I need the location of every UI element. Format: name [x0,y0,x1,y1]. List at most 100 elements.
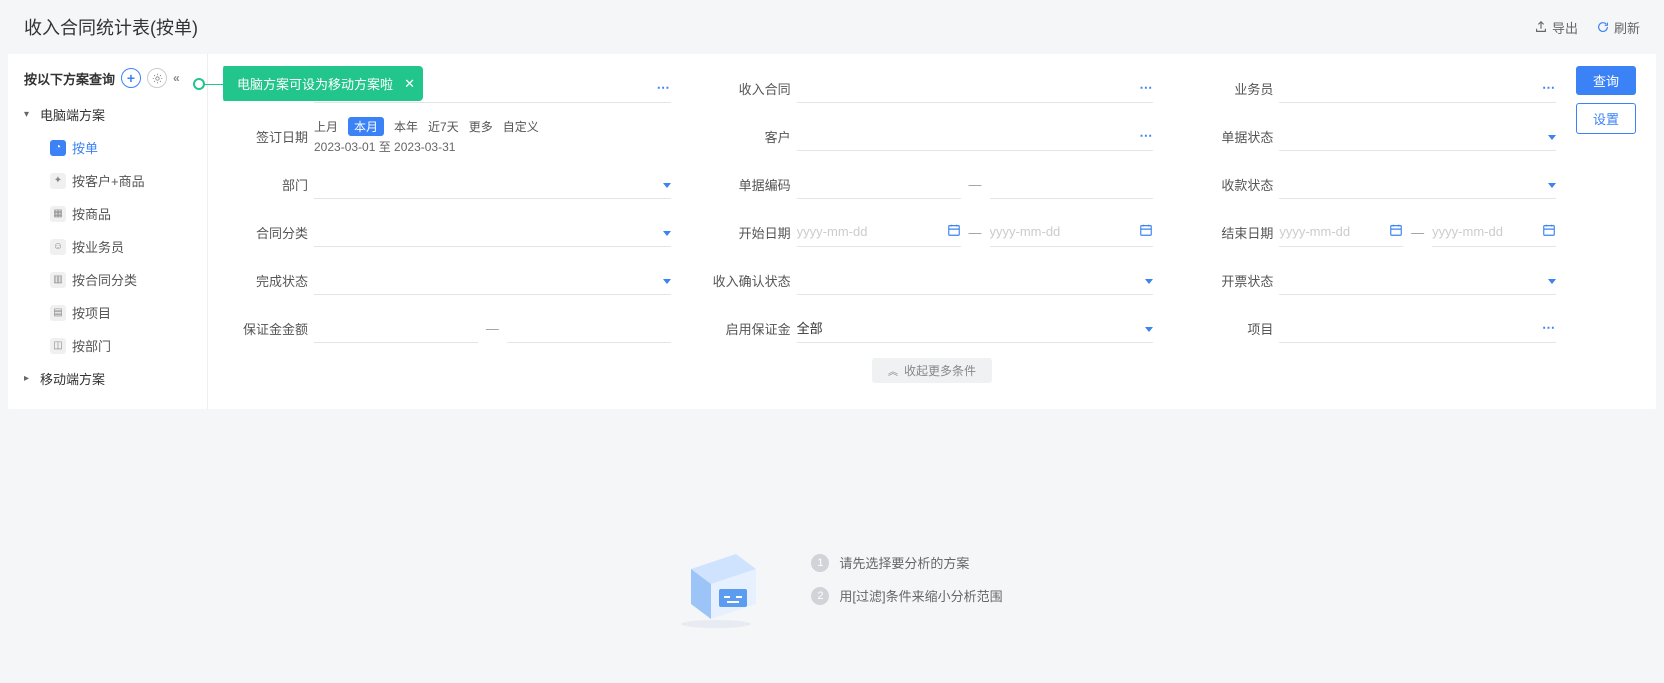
step-text-1: 请先选择要分析的方案 [839,553,969,572]
contract-category-select[interactable] [314,217,671,247]
completion-status-select[interactable] [314,265,671,295]
more-icon: ⋯ [1139,128,1153,144]
collapse-bar: ︽ 收起更多条件 [228,352,1636,393]
tree-item-label: 按部门 [72,336,111,355]
calendar-icon[interactable] [1139,223,1153,240]
hint-close-button[interactable]: ✕ [404,76,415,92]
refresh-label: 刷新 [1614,18,1640,37]
end-date-from-input[interactable] [1279,224,1389,239]
date-pill-this-month[interactable]: 本月 [348,117,384,136]
main-card: 按以下方案查询 + « 电脑方案可设为移动方案啦 ✕ ▾ 电脑端方案 ◔ 按单 … [8,54,1656,409]
date-pill-last-month[interactable]: 上月 [314,118,338,135]
field-end-date: 结束日期 — [1193,208,1636,256]
field-contract-category: 合同分类 [228,208,671,256]
enable-deposit-select[interactable]: 全部 [797,313,1154,343]
filter-form: 查询 设置 ⋯ 收入合同 ⋯ 业务员 ⋯ [208,54,1656,409]
deposit-from[interactable] [314,313,478,343]
bill-number-from[interactable] [797,169,961,199]
project-select[interactable]: ⋯ [1279,313,1556,343]
tree-group-desktop[interactable]: ▾ 电脑端方案 [20,98,207,131]
department-select[interactable] [314,169,671,199]
tree-item-by-order[interactable]: ◔ 按单 [20,131,207,164]
chevron-down-icon [663,176,671,191]
empty-state: 1 请先选择要分析的方案 2 用[过滤]条件来缩小分析范围 [0,529,1664,629]
end-date-from[interactable] [1279,217,1403,247]
date-pill-more[interactable]: 更多 [469,118,493,135]
clock-icon: ◔ [50,140,66,156]
tree-item-label: 按商品 [72,204,111,223]
org-icon: ◫ [50,338,66,354]
deposit-to[interactable] [507,313,671,343]
chevron-down-icon [1145,320,1153,335]
field-bill-status: 单据状态 [1193,112,1636,160]
field-income-confirm-status: 收入确认状态 [711,256,1154,304]
step-text-2: 用[过滤]条件来缩小分析范围 [839,586,1002,605]
calendar-icon[interactable] [1542,223,1556,240]
field-customer: 客户 ⋯ [711,112,1154,160]
refresh-button[interactable]: 刷新 [1596,18,1640,37]
field-completion-status: 完成状态 [228,256,671,304]
more-icon: ⋯ [657,80,671,96]
income-confirm-status-select[interactable] [797,265,1154,295]
chevron-down-icon [1145,272,1153,287]
field-deposit-amount: 保证金金额 — [228,304,671,352]
tree-item-by-project[interactable]: ▤ 按项目 [20,296,207,329]
start-date-to[interactable] [990,217,1154,247]
calendar-icon[interactable] [947,223,961,240]
tree-item-by-product[interactable]: ▦ 按商品 [20,197,207,230]
scheme-settings-button[interactable] [147,68,167,88]
date-pill-7days[interactable]: 近7天 [428,118,459,135]
start-date-from[interactable] [797,217,961,247]
income-contract-select[interactable]: ⋯ [797,73,1154,103]
customer-select[interactable]: ⋯ [797,121,1154,151]
date-range-text: 2023-03-01 至 2023-03-31 [314,138,671,155]
export-label: 导出 [1552,18,1578,37]
chart-icon: ✦ [50,173,66,189]
chevron-down-icon [663,224,671,239]
date-pill-custom[interactable]: 自定义 [503,118,539,135]
calendar-icon[interactable] [1389,223,1403,240]
empty-illustration-icon [661,529,781,629]
collapse-conditions-button[interactable]: ︽ 收起更多条件 [872,358,992,383]
page-header: 收入合同统计表(按单) 导出 刷新 [0,0,1664,54]
end-date-to[interactable] [1432,217,1556,247]
refresh-icon [1596,20,1610,34]
bars-icon: ▥ [50,272,66,288]
date-pill-this-year[interactable]: 本年 [394,118,418,135]
bill-number-to[interactable] [990,169,1154,199]
tree-item-by-category[interactable]: ▥ 按合同分类 [20,263,207,296]
add-scheme-button[interactable]: + [121,68,141,88]
step-badge-1: 1 [811,554,829,572]
start-date-from-input[interactable] [797,224,947,239]
step-badge-2: 2 [811,587,829,605]
tree-item-by-department[interactable]: ◫ 按部门 [20,329,207,362]
invoice-status-select[interactable] [1279,265,1556,295]
caret-right-icon: ▸ [24,373,34,384]
range-separator: — [969,177,982,192]
bill-status-select[interactable] [1279,121,1556,151]
chevron-down-icon [1548,272,1556,287]
query-button[interactable]: 查询 [1576,66,1636,95]
tree-item-by-salesperson[interactable]: ☺ 按业务员 [20,230,207,263]
end-date-to-input[interactable] [1432,224,1542,239]
tree-item-label: 按合同分类 [72,270,137,289]
more-icon: ⋯ [1139,80,1153,96]
empty-steps: 1 请先选择要分析的方案 2 用[过滤]条件来缩小分析范围 [811,553,1002,605]
grid-icon: ▦ [50,206,66,222]
salesperson-select[interactable]: ⋯ [1279,73,1556,103]
hint-bubble: 电脑方案可设为移动方案啦 ✕ [220,66,423,101]
doc-icon: ▤ [50,305,66,321]
range-separator: — [1411,225,1424,240]
sidebar-collapse-button[interactable]: « [173,71,178,85]
more-icon: ⋯ [1542,320,1556,336]
tree-group-label: 移动端方案 [40,369,105,388]
export-icon [1534,20,1548,34]
start-date-to-input[interactable] [990,224,1140,239]
receipt-status-select[interactable] [1279,169,1556,199]
tree-group-mobile[interactable]: ▸ 移动端方案 [20,362,207,395]
chevron-down-icon [1548,128,1556,143]
export-button[interactable]: 导出 [1534,18,1578,37]
empty-step-1: 1 请先选择要分析的方案 [811,553,1002,572]
tree-item-by-customer-product[interactable]: ✦ 按客户+商品 [20,164,207,197]
settings-button[interactable]: 设置 [1576,103,1636,134]
